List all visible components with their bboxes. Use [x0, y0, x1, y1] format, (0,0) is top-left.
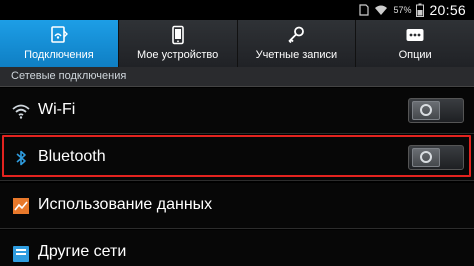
tab-label: Подключения: [24, 49, 94, 61]
battery-icon: [416, 3, 425, 17]
tab-label: Мое устройство: [137, 49, 219, 61]
tab-accounts[interactable]: Учетные записи: [238, 20, 357, 67]
data-usage-icon: [13, 198, 29, 214]
device-icon: [171, 25, 184, 45]
settings-tabs: Подключения Мое устройство Учетные запис…: [0, 20, 474, 67]
more-icon: [406, 29, 424, 41]
wifi-icon: [12, 104, 30, 119]
list-item-bluetooth[interactable]: Bluetooth: [0, 135, 474, 181]
list-item-wifi[interactable]: Wi-Fi: [0, 88, 474, 134]
clock: 20:56: [429, 2, 466, 18]
list-item-label: Wi-Fi: [38, 101, 76, 118]
battery-percent: 57%: [393, 5, 412, 15]
wifi-toggle[interactable]: [408, 98, 464, 123]
list-item-label: Другие сети: [38, 243, 127, 260]
status-bar: 57% 20:56: [0, 0, 474, 20]
bluetooth-toggle[interactable]: [408, 145, 464, 170]
tab-connections[interactable]: Подключения: [0, 20, 119, 67]
tab-label: Опции: [398, 49, 432, 61]
toggle-knob: [412, 101, 440, 120]
bluetooth-icon: [16, 150, 26, 166]
other-networks-icon: [13, 246, 29, 262]
toggle-knob: [412, 148, 440, 167]
section-header: Сетевые подключения: [0, 67, 474, 87]
list-item-data-usage[interactable]: Использование данных: [0, 183, 474, 229]
connections-icon: [51, 26, 68, 43]
list-item-other-networks[interactable]: Другие сети: [0, 230, 474, 266]
tab-label: Учетные записи: [255, 49, 338, 61]
list-item-label: Использование данных: [38, 196, 213, 213]
list-item-label: Bluetooth: [38, 148, 106, 165]
tab-my-device[interactable]: Мое устройство: [119, 20, 238, 67]
section-title: Сетевые подключения: [11, 70, 127, 82]
wifi-signal-icon: [375, 5, 388, 15]
sim-icon: [359, 4, 370, 16]
key-icon: [288, 26, 305, 44]
tab-options[interactable]: Опции: [356, 20, 474, 67]
